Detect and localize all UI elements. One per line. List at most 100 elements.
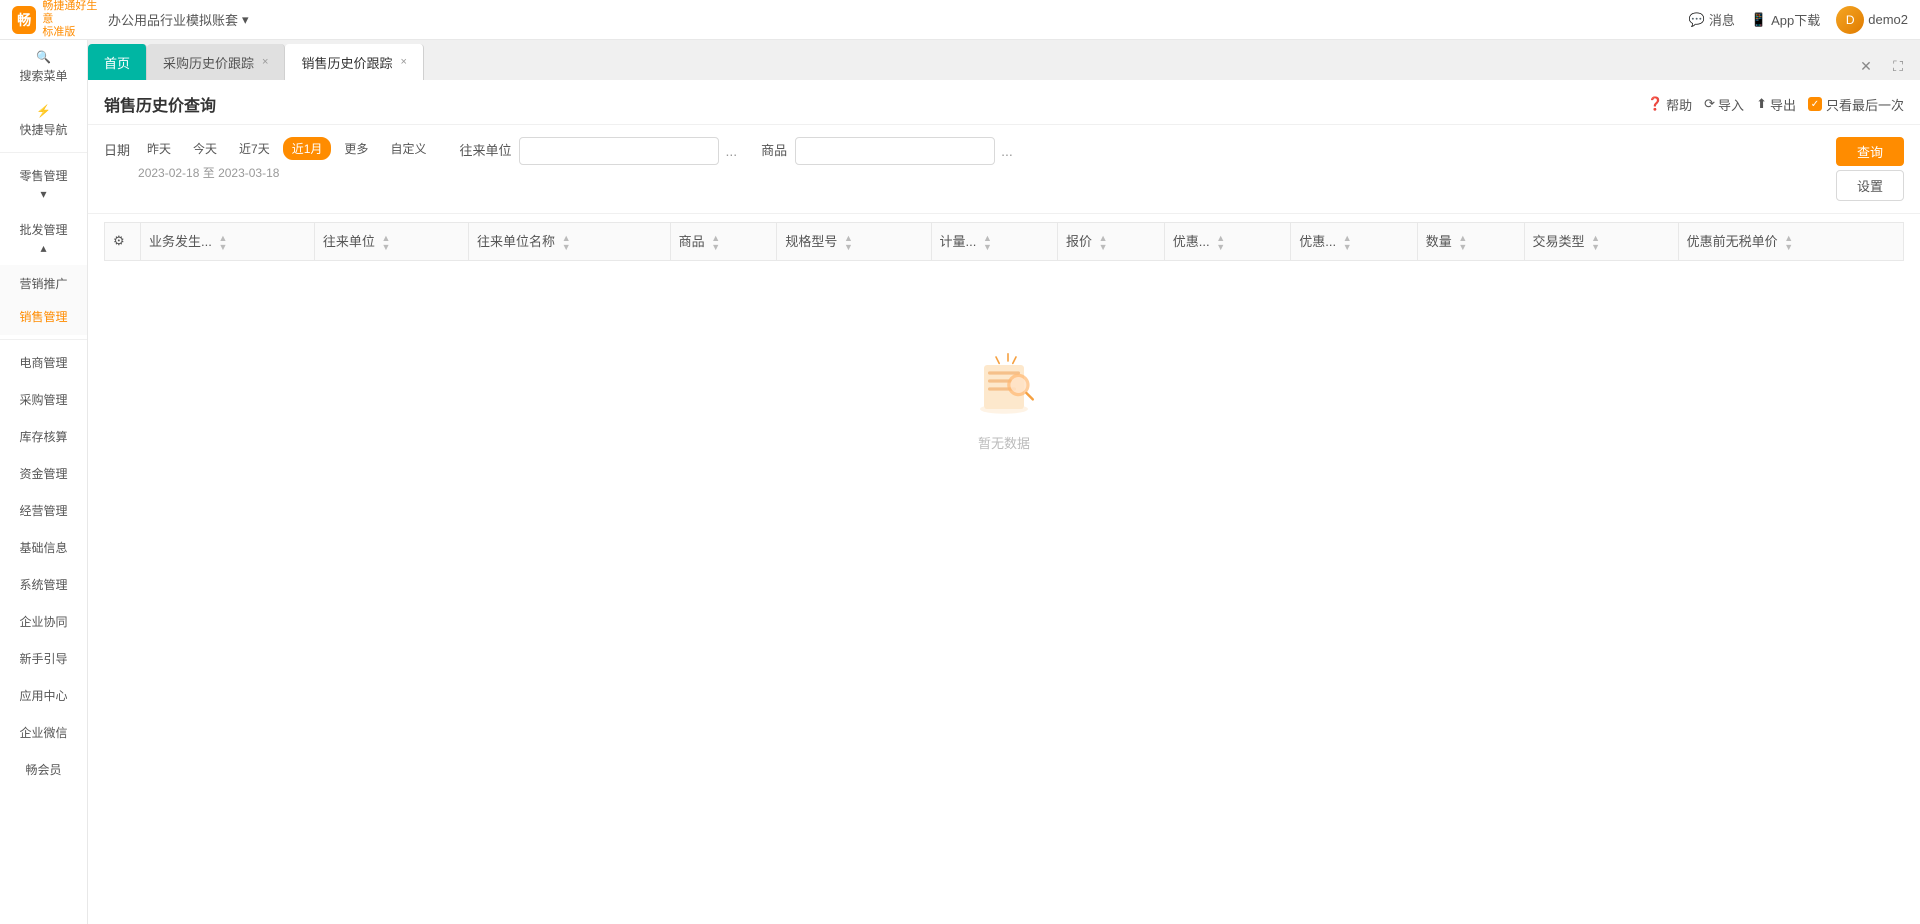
filter-bar: 日期 昨天 今天 近7天 近1月 更多 自定义 2023-02-18 至 202… xyxy=(88,125,1920,214)
goods-input[interactable] xyxy=(795,137,995,165)
sidebar-item-purchase[interactable]: 采购管理 xyxy=(0,381,87,418)
table-container: ⚙ 业务发生... ▲▼ 往来单位 ▲▼ 往来单位名称 xyxy=(88,214,1920,540)
tab-maximize-button[interactable]: ⛶ xyxy=(1884,52,1912,80)
th-quantity[interactable]: 数量 ▲▼ xyxy=(1417,223,1524,261)
date-quick-buttons: 昨天 今天 近7天 近1月 更多 自定义 xyxy=(138,137,435,160)
sidebar-sub-item-marketing[interactable]: 营销推广 xyxy=(0,267,87,300)
date-1month[interactable]: 近1月 xyxy=(283,137,332,160)
top-header: 畅 畅捷通好生意 标准版 办公用品行业模拟账套 ▾ 💬 消息 📱 App下载 D… xyxy=(0,0,1920,40)
goods-filter-label: 商品 xyxy=(761,137,787,165)
tab-actions: ✕ ⛶ xyxy=(1852,52,1920,80)
tab-close-all-button[interactable]: ✕ xyxy=(1852,52,1880,80)
message-button[interactable]: 💬 消息 xyxy=(1689,10,1735,29)
th-spec[interactable]: 规格型号 ▲▼ xyxy=(777,223,931,261)
chevron-down-icon: ▾ xyxy=(242,12,249,28)
search-icon: 🔍 xyxy=(36,50,51,64)
settings-button[interactable]: 设置 xyxy=(1836,170,1904,201)
th-trade-type[interactable]: 交易类型 ▲▼ xyxy=(1524,223,1678,261)
only-last-checkbox[interactable]: ✓ xyxy=(1808,97,1822,111)
th-unit[interactable]: 计量... ▲▼ xyxy=(931,223,1058,261)
maximize-icon: ⛶ xyxy=(1893,58,1903,75)
date-7days[interactable]: 近7天 xyxy=(230,137,279,160)
partner-input[interactable] xyxy=(519,137,719,165)
phone-icon: 📱 xyxy=(1751,12,1767,28)
sidebar-item-collab[interactable]: 企业协同 xyxy=(0,603,87,640)
main-layout: 🔍 搜索菜单 ⚡ 快捷导航 零售管理 ▾ 批发管理 ▴ 营销推广 销售管理 电商… xyxy=(0,40,1920,924)
sidebar-item-apps[interactable]: 应用中心 xyxy=(0,677,87,714)
sidebar: 🔍 搜索菜单 ⚡ 快捷导航 零售管理 ▾ 批发管理 ▴ 营销推广 销售管理 电商… xyxy=(0,40,88,924)
sidebar-item-inventory[interactable]: 库存核算 xyxy=(0,418,87,455)
sort-icon-unit: ▲▼ xyxy=(983,234,992,252)
only-last-checkbox-label[interactable]: ✓ 只看最后一次 xyxy=(1808,95,1904,114)
import-link[interactable]: ⟳ 导入 xyxy=(1704,95,1744,114)
filter-actions: 查询 设置 xyxy=(1836,137,1904,201)
th-price[interactable]: 报价 ▲▼ xyxy=(1058,223,1165,261)
sidebar-item-wechat[interactable]: 企业微信 xyxy=(0,714,87,751)
sidebar-item-search[interactable]: 🔍 搜索菜单 xyxy=(0,40,87,94)
sidebar-item-guide[interactable]: 新手引导 xyxy=(0,640,87,677)
sidebar-sub-wholesale: 营销推广 销售管理 xyxy=(0,265,87,335)
page-title: 销售历史价查询 xyxy=(104,92,216,116)
user-menu[interactable]: D demo2 xyxy=(1836,6,1908,34)
sidebar-item-member[interactable]: 畅会员 xyxy=(0,751,87,788)
close-icon: ✕ xyxy=(1860,58,1872,75)
sidebar-item-ecommerce[interactable]: 电商管理 xyxy=(0,344,87,381)
partner-input-group: ... xyxy=(519,137,737,165)
sidebar-item-finance[interactable]: 资金管理 xyxy=(0,455,87,492)
export-link[interactable]: ⬆ 导出 xyxy=(1756,95,1796,114)
th-partner-code[interactable]: 往来单位 ▲▼ xyxy=(314,223,468,261)
chevron-down-icon-retail: ▾ xyxy=(40,187,46,201)
sidebar-item-wholesale[interactable]: 批发管理 ▴ xyxy=(0,211,87,265)
sidebar-item-basic[interactable]: 基础信息 xyxy=(0,529,87,566)
th-settings[interactable]: ⚙ xyxy=(105,223,141,261)
filter-partner-group: 往来单位 ... xyxy=(459,137,737,165)
tab-home[interactable]: 首页 xyxy=(88,44,147,80)
date-yesterday[interactable]: 昨天 xyxy=(138,137,180,160)
help-icon: ❓ xyxy=(1647,96,1663,112)
tab-sales-history[interactable]: 销售历史价跟踪 × xyxy=(285,44,423,80)
date-custom[interactable]: 自定义 xyxy=(381,137,435,160)
sidebar-item-retail[interactable]: 零售管理 ▾ xyxy=(0,157,87,211)
page-content: 销售历史价查询 ❓ 帮助 ⟳ 导入 ⬆ 导出 xyxy=(88,80,1920,924)
goods-dots: ... xyxy=(1001,143,1013,159)
query-button[interactable]: 查询 xyxy=(1836,137,1904,166)
avatar: D xyxy=(1836,6,1864,34)
tab-purchase-history[interactable]: 采购历史价跟踪 × xyxy=(147,44,285,80)
th-partner-name[interactable]: 往来单位名称 ▲▼ xyxy=(469,223,671,261)
content-area: 首页 采购历史价跟踪 × 销售历史价跟踪 × ✕ ⛶ xyxy=(88,40,1920,924)
th-goods[interactable]: 商品 ▲▼ xyxy=(670,223,777,261)
date-more[interactable]: 更多 xyxy=(335,137,377,160)
filter-date-group: 日期 昨天 今天 近7天 近1月 更多 自定义 2023-02-18 至 202… xyxy=(104,137,435,181)
chevron-up-icon-wholesale: ▴ xyxy=(40,241,46,255)
sidebar-item-quicknav[interactable]: ⚡ 快捷导航 xyxy=(0,94,87,148)
help-link[interactable]: ❓ 帮助 xyxy=(1647,95,1692,114)
filter-goods-group: 商品 ... xyxy=(761,137,1013,165)
sidebar-item-operation[interactable]: 经营管理 xyxy=(0,492,87,529)
app-download-button[interactable]: 📱 App下载 xyxy=(1751,10,1820,29)
message-icon: 💬 xyxy=(1689,12,1705,28)
date-options: 昨天 今天 近7天 近1月 更多 自定义 2023-02-18 至 2023-0… xyxy=(138,137,435,181)
sort-icon-goods: ▲▼ xyxy=(711,234,720,252)
sort-icon-trade-type: ▲▼ xyxy=(1591,234,1600,252)
tab-bar: 首页 采购历史价跟踪 × 销售历史价跟踪 × ✕ ⛶ xyxy=(88,40,1920,80)
sidebar-item-system[interactable]: 系统管理 xyxy=(0,566,87,603)
tab-close-purchase[interactable]: × xyxy=(262,56,268,68)
sort-icon-discount1: ▲▼ xyxy=(1216,234,1225,252)
empty-icon xyxy=(964,341,1044,421)
sidebar-divider-2 xyxy=(0,339,87,340)
date-today[interactable]: 今天 xyxy=(184,137,226,160)
logo-text: 畅捷通好生意 标准版 xyxy=(42,0,100,39)
sidebar-sub-item-sales[interactable]: 销售管理 xyxy=(0,300,87,333)
empty-state: 暂无数据 xyxy=(104,261,1904,532)
export-icon: ⬆ xyxy=(1756,96,1767,112)
th-discount1[interactable]: 优惠... ▲▼ xyxy=(1164,223,1291,261)
partner-dots: ... xyxy=(725,143,737,159)
sort-icon-spec: ▲▼ xyxy=(844,234,853,252)
tab-close-sales[interactable]: × xyxy=(400,56,406,68)
th-biz-date[interactable]: 业务发生... ▲▼ xyxy=(141,223,315,261)
th-pretax-price[interactable]: 优惠前无税单价 ▲▼ xyxy=(1678,223,1903,261)
logo-area: 畅 畅捷通好生意 标准版 xyxy=(12,0,100,39)
th-discount2[interactable]: 优惠... ▲▼ xyxy=(1291,223,1418,261)
sort-icon-discount2: ▲▼ xyxy=(1343,234,1352,252)
account-dropdown[interactable]: 办公用品行业模拟账套 ▾ xyxy=(108,10,249,29)
